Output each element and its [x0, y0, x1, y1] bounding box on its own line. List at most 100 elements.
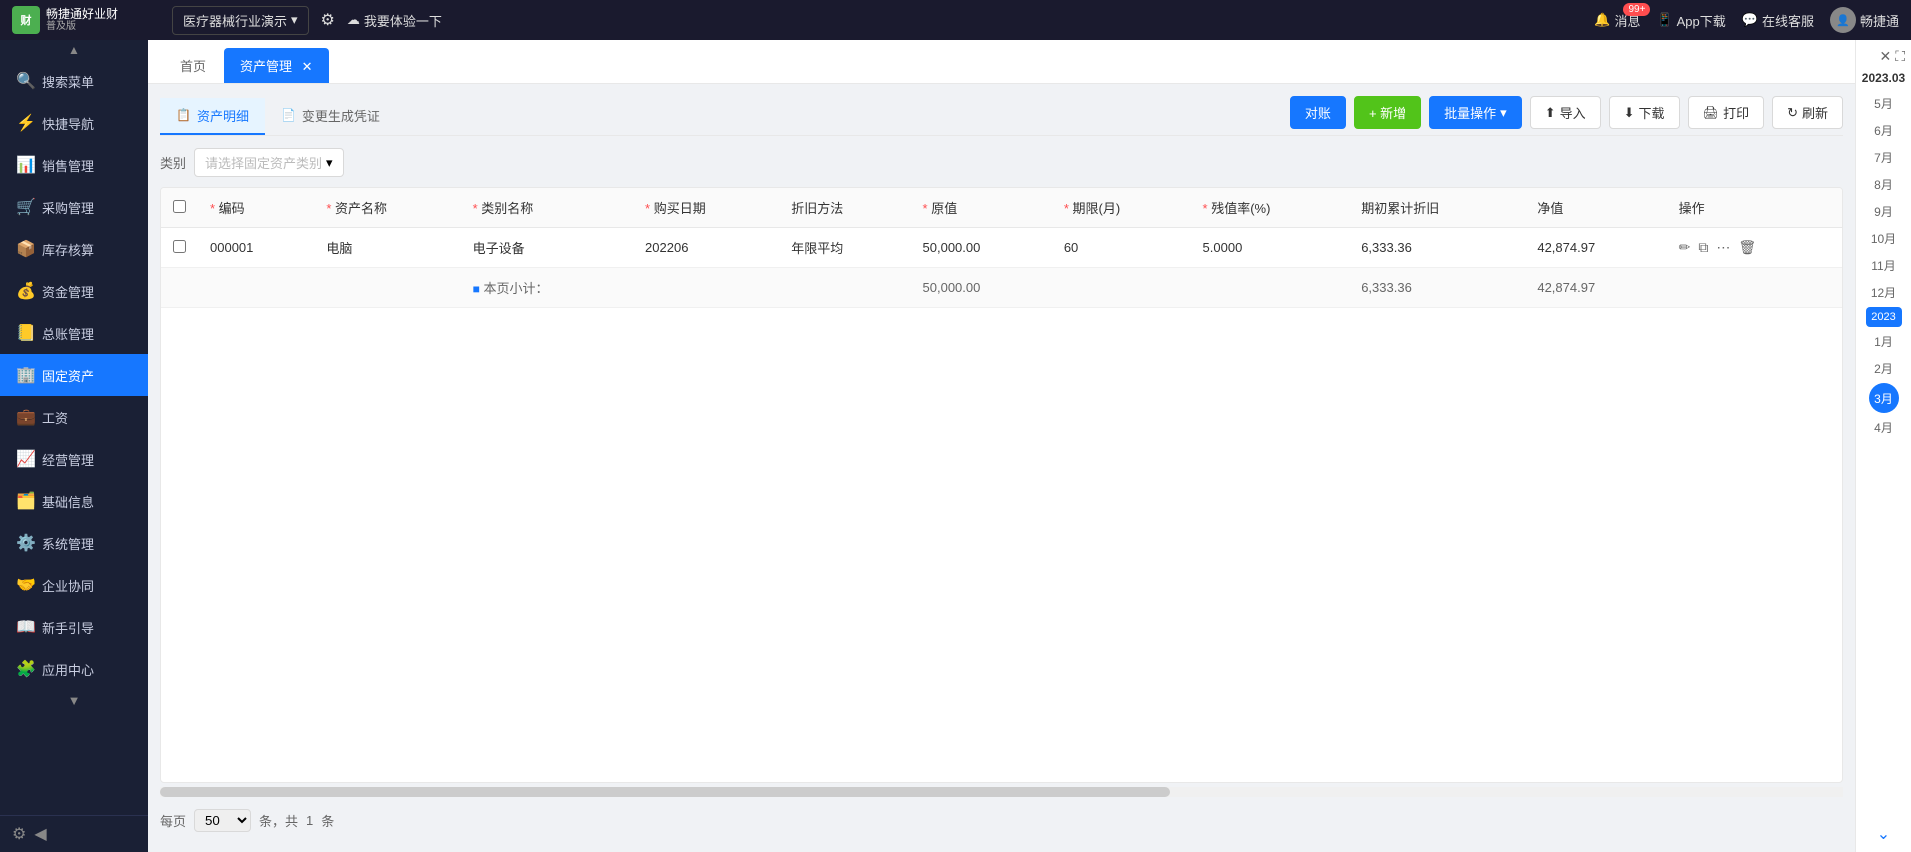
logo-text: 畅捷通好业财 普及版: [46, 7, 118, 33]
sidebar-item-salary[interactable]: 💼 工资: [0, 396, 148, 438]
search-icon: 🔍: [16, 71, 34, 91]
guide-icon: 📖: [16, 617, 34, 637]
new-button[interactable]: + 新增: [1354, 96, 1421, 129]
cell-accumulated: 6,333.36: [1349, 228, 1525, 268]
tab-bar: 首页 资产管理 ✕: [148, 40, 1855, 84]
sidebar-item-system[interactable]: ⚙️ 系统管理: [0, 522, 148, 564]
batch-button[interactable]: 批量操作 ▾: [1429, 96, 1522, 129]
sidebar-item-search[interactable]: 🔍 搜索菜单: [0, 60, 148, 102]
sidebar-scroll-down[interactable]: ▼: [0, 690, 148, 710]
sidebar-item-collab[interactable]: 🤝 企业协同: [0, 564, 148, 606]
month-9-prev[interactable]: 9月: [1866, 199, 1902, 224]
sidebar-scroll-up[interactable]: ▲: [0, 40, 148, 60]
month-10-prev[interactable]: 10月: [1866, 226, 1902, 251]
asset-detail-icon: 📋: [176, 108, 191, 122]
sidebar-item-quicknav[interactable]: ⚡ 快捷导航: [0, 102, 148, 144]
sidebar-collapse-icon[interactable]: ◀: [34, 824, 46, 844]
right-panel-expand-icon[interactable]: ⛶: [1895, 48, 1905, 65]
sidebar-item-ledger[interactable]: 📒 总账管理: [0, 312, 148, 354]
settings-icon[interactable]: ⚙: [321, 10, 335, 30]
header-net-value: 净值: [1525, 188, 1666, 228]
download-button[interactable]: ⬇ 下载: [1609, 96, 1680, 129]
right-panel-scroll-down-icon[interactable]: ⌄: [1877, 824, 1890, 844]
experience-button[interactable]: ☁ 我要体验一下: [347, 11, 442, 30]
sidebar-item-sales[interactable]: 📊 销售管理: [0, 144, 148, 186]
download-icon: ⬇: [1624, 105, 1635, 121]
sidebar-item-fixed-assets[interactable]: 🏢 固定资产: [0, 354, 148, 396]
gen-voucher-icon: 📄: [281, 108, 296, 122]
print-button[interactable]: 🖨 打印: [1688, 96, 1765, 129]
subtotal-original-value: 50,000.00: [911, 268, 1052, 308]
cell-actions: ✏ ⧉ ⋯ 🗑: [1667, 228, 1842, 268]
year-marker: 2023: [1866, 307, 1902, 327]
content-area: 首页 资产管理 ✕ 📋 资产明细 📄 变更生成凭证 对账: [148, 40, 1855, 852]
row-checkbox[interactable]: [173, 240, 186, 253]
header-code: * 编码: [198, 188, 314, 228]
header-depreciation-method: 折旧方法: [779, 188, 910, 228]
tab-asset-mgmt[interactable]: 资产管理 ✕: [224, 48, 329, 83]
tab-close-icon[interactable]: ✕: [302, 59, 313, 74]
sidebar-item-capital[interactable]: 💰 资金管理: [0, 270, 148, 312]
app-download-label: App下载: [1677, 11, 1726, 30]
header-original-value: * 原值: [911, 188, 1052, 228]
inventory-icon: 📦: [16, 239, 34, 259]
month-4[interactable]: 4月: [1866, 415, 1902, 440]
month-3-active[interactable]: 3月: [1869, 383, 1899, 413]
system-icon: ⚙️: [16, 533, 34, 553]
month-1[interactable]: 1月: [1866, 329, 1902, 354]
sidebar-item-label: 销售管理: [42, 156, 94, 175]
sidebar-item-guide[interactable]: 📖 新手引导: [0, 606, 148, 648]
sidebar-settings-icon[interactable]: ⚙: [12, 824, 26, 844]
app-download-button[interactable]: 📱 App下载: [1656, 11, 1725, 30]
company-selector[interactable]: 医疗器械行业演示 ▾: [172, 6, 309, 35]
asset-detail-label: 资产明细: [197, 106, 249, 125]
asset-table-container: * 编码 * 资产名称 * 类别名称 * 购买日期 折旧方法 * 原值 * 期限…: [160, 187, 1843, 783]
filter-dropdown-icon: ▾: [326, 155, 333, 171]
sidebar-item-label: 库存核算: [42, 240, 94, 259]
per-page-select[interactable]: 50 100 200: [194, 809, 251, 832]
select-all-checkbox[interactable]: [173, 200, 186, 213]
tab-gen-voucher[interactable]: 📄 变更生成凭证: [265, 98, 396, 135]
more-icon[interactable]: ⋯: [1716, 239, 1730, 256]
header-name: * 资产名称: [314, 188, 460, 228]
month-11-prev[interactable]: 11月: [1866, 253, 1902, 278]
print-icon: 🖨: [1703, 105, 1720, 121]
copy-icon[interactable]: ⧉: [1698, 239, 1708, 256]
subtotal-label: 本页小计：: [483, 281, 548, 296]
sidebar-item-ops[interactable]: 📈 经营管理: [0, 438, 148, 480]
sidebar-item-inventory[interactable]: 📦 库存核算: [0, 228, 148, 270]
main-layout: ▲ 🔍 搜索菜单 ⚡ 快捷导航 📊 销售管理 🛒 采购管理 📦 库存核算 💰 资…: [0, 40, 1911, 852]
right-panel: ✕ ⛶ 2023.03 5月 6月 7月 8月 9月 10月 11月 12月 2…: [1855, 40, 1911, 852]
month-5-prev[interactable]: 5月: [1866, 91, 1902, 116]
user-menu[interactable]: 👤 畅捷通: [1830, 7, 1899, 33]
month-7-prev[interactable]: 7月: [1866, 145, 1902, 170]
category-filter[interactable]: 请选择固定资产类别 ▾: [194, 148, 344, 177]
messages-button[interactable]: 🔔 消息 99+: [1594, 11, 1640, 30]
refresh-button[interactable]: ↻ 刷新: [1772, 96, 1843, 129]
purchase-icon: 🛒: [16, 197, 34, 217]
sidebar-item-purchase[interactable]: 🛒 采购管理: [0, 186, 148, 228]
cell-purchase-date: 202206: [633, 228, 779, 268]
import-button[interactable]: ⬆ 导入: [1530, 96, 1601, 129]
month-12-prev[interactable]: 12月: [1866, 280, 1902, 305]
month-2[interactable]: 2月: [1866, 356, 1902, 381]
horizontal-scrollbar[interactable]: [160, 783, 1843, 801]
tab-home[interactable]: 首页: [164, 48, 222, 83]
sidebar-item-basic[interactable]: 🗂️ 基础信息: [0, 480, 148, 522]
year-label: 2023.03: [1858, 67, 1909, 89]
account-button[interactable]: 对账: [1290, 96, 1346, 129]
month-8-prev[interactable]: 8月: [1866, 172, 1902, 197]
month-6-prev[interactable]: 6月: [1866, 118, 1902, 143]
fixed-assets-icon: 🏢: [16, 365, 34, 385]
delete-icon[interactable]: 🗑: [1738, 239, 1756, 256]
download-icon: 📱: [1656, 12, 1672, 28]
total-prefix: 条，共: [259, 811, 298, 830]
sidebar-item-apps[interactable]: 🧩 应用中心: [0, 648, 148, 690]
edit-icon[interactable]: ✏: [1679, 239, 1691, 256]
per-page-label: 每页: [160, 811, 186, 830]
tab-asset-detail[interactable]: 📋 资产明细: [160, 98, 265, 135]
service-icon: 💬: [1742, 12, 1758, 28]
filter-placeholder: 请选择固定资产类别: [205, 153, 322, 172]
right-panel-close-icon[interactable]: ✕: [1879, 48, 1891, 65]
online-service-button[interactable]: 💬 在线客服: [1742, 11, 1814, 30]
